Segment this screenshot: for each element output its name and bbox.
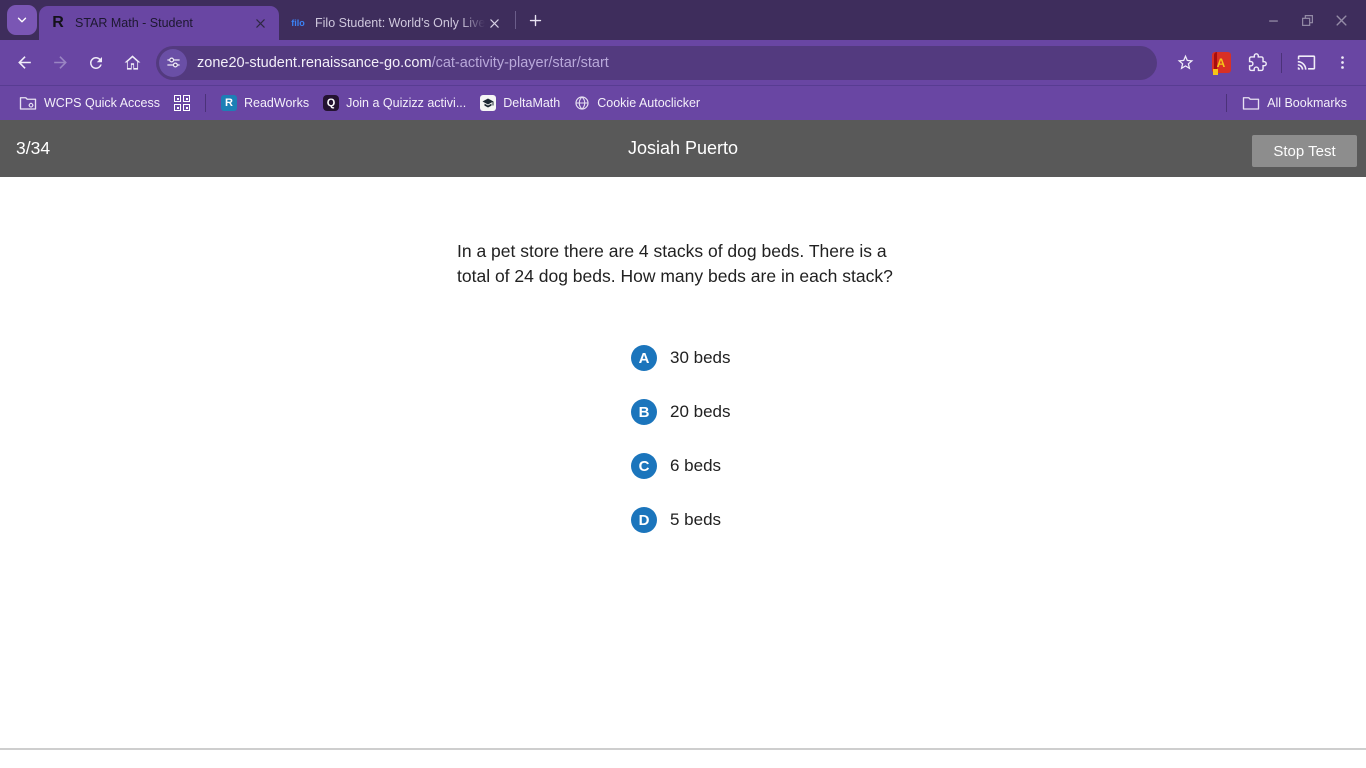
toolbar-right: A	[1167, 45, 1360, 81]
managed-folder-icon	[19, 95, 37, 111]
tab-title: Filo Student: World's Only Live I	[315, 16, 485, 30]
home-icon[interactable]	[114, 45, 150, 81]
answer-option-d[interactable]: D 5 beds	[631, 507, 1366, 533]
bookmark-label: Join a Quizizz activi...	[346, 96, 467, 110]
bookmark-wcps-quick-access[interactable]: WCPS Quick Access	[12, 90, 167, 116]
filo-icon: filo	[291, 18, 305, 28]
bookmark-deltamath[interactable]: DeltaMath	[473, 90, 567, 116]
close-icon[interactable]	[251, 14, 269, 32]
bookmark-label: ReadWorks	[244, 96, 310, 110]
bookmark-label: DeltaMath	[503, 96, 561, 110]
reload-icon[interactable]	[78, 45, 114, 81]
back-arrow-icon[interactable]	[6, 45, 42, 81]
question-line: In a pet store there are 4 stacks of dog…	[457, 241, 887, 261]
stop-test-button[interactable]: Stop Test	[1252, 135, 1357, 167]
folder-icon	[1242, 95, 1260, 111]
globe-icon	[574, 95, 590, 111]
tab-search-button[interactable]	[7, 5, 37, 35]
close-window-icon[interactable]	[1324, 3, 1358, 37]
answer-text: 30 beds	[670, 348, 731, 367]
extensions-puzzle-icon[interactable]	[1239, 45, 1275, 81]
student-name: Josiah Puerto	[627, 138, 739, 158]
window-controls	[1256, 0, 1358, 40]
url-text: zone20-student.renaissance-go.com/cat-ac…	[197, 55, 609, 71]
all-bookmarks-button[interactable]: All Bookmarks	[1235, 90, 1354, 116]
answer-option-a[interactable]: A 30 beds	[631, 345, 1366, 371]
restore-icon[interactable]	[1290, 3, 1324, 37]
answer-text: 20 beds	[670, 402, 731, 421]
bookmark-apps-grid[interactable]	[167, 90, 197, 116]
renaissance-r-icon: R	[52, 14, 64, 31]
bookmark-label: WCPS Quick Access	[44, 96, 160, 110]
site-settings-icon[interactable]	[159, 48, 187, 77]
bookmarks-right: All Bookmarks	[1218, 90, 1354, 116]
answer-text: 5 beds	[670, 510, 722, 529]
minimize-icon[interactable]	[1256, 3, 1290, 37]
answer-options: A 30 beds B 20 beds C 6 beds D 5 beds	[631, 345, 1366, 533]
bookmarks-divider	[205, 94, 206, 112]
quizizz-q-icon: Q	[323, 95, 340, 111]
address-bar[interactable]: zone20-student.renaissance-go.com/cat-ac…	[156, 45, 1157, 80]
tab-title: STAR Math - Student	[75, 16, 193, 30]
tab-strip: R STAR Math - Student filo Filo Student:…	[0, 0, 1366, 40]
bookmark-cookie-autoclicker[interactable]: Cookie Autoclicker	[567, 90, 707, 116]
answer-letter-badge[interactable]: D	[631, 507, 657, 533]
cast-icon[interactable]	[1288, 45, 1324, 81]
bookmarks-divider	[1226, 94, 1228, 112]
answer-letter-badge[interactable]: B	[631, 399, 657, 425]
apps-grid-icon	[174, 95, 190, 111]
bookmark-star-icon[interactable]	[1167, 45, 1203, 81]
test-header: 3/34 Josiah Puerto Stop Test	[0, 120, 1366, 177]
bookmark-readworks[interactable]: R ReadWorks	[214, 90, 316, 116]
answer-option-c[interactable]: C 6 beds	[631, 453, 1366, 479]
answer-option-b[interactable]: B 20 beds	[631, 399, 1366, 425]
browser-toolbar: zone20-student.renaissance-go.com/cat-ac…	[0, 40, 1366, 85]
bookmark-label: Cookie Autoclicker	[597, 96, 701, 110]
graduation-cap-icon	[480, 95, 497, 111]
tab-divider	[515, 11, 516, 29]
bookmark-quizizz[interactable]: Q Join a Quizizz activi...	[316, 90, 473, 116]
url-path: /cat-activity-player/star/start	[431, 54, 609, 71]
toolbar-divider	[1281, 52, 1282, 73]
question-progress: 3/34	[16, 138, 51, 158]
bookmarks-bar: WCPS Quick Access R ReadWorks Q Join a Q…	[0, 85, 1366, 120]
dictionary-extension-icon[interactable]: A	[1203, 45, 1239, 81]
url-domain: zone20-student.renaissance-go.com	[197, 54, 432, 71]
close-icon[interactable]	[485, 14, 503, 32]
question-line: total of 24 dog beds. How many beds are …	[457, 266, 893, 286]
answer-letter-badge[interactable]: C	[631, 453, 657, 479]
forward-arrow-icon[interactable]	[42, 45, 78, 81]
menu-dots-icon[interactable]	[1324, 45, 1360, 81]
page-divider	[0, 748, 1366, 750]
readworks-r-icon: R	[221, 95, 237, 111]
tab-star-math[interactable]: R STAR Math - Student	[39, 6, 279, 40]
tab-filo-student[interactable]: filo Filo Student: World's Only Live I	[279, 6, 513, 40]
chevron-down-icon	[15, 13, 29, 27]
question-area: In a pet store there are 4 stacks of dog…	[0, 177, 1366, 750]
answer-letter-badge[interactable]: A	[631, 345, 657, 371]
answer-text: 6 beds	[670, 456, 722, 475]
new-tab-button[interactable]	[522, 7, 548, 33]
all-bookmarks-label: All Bookmarks	[1267, 96, 1347, 110]
question-text: In a pet store there are 4 stacks of dog…	[457, 177, 909, 289]
